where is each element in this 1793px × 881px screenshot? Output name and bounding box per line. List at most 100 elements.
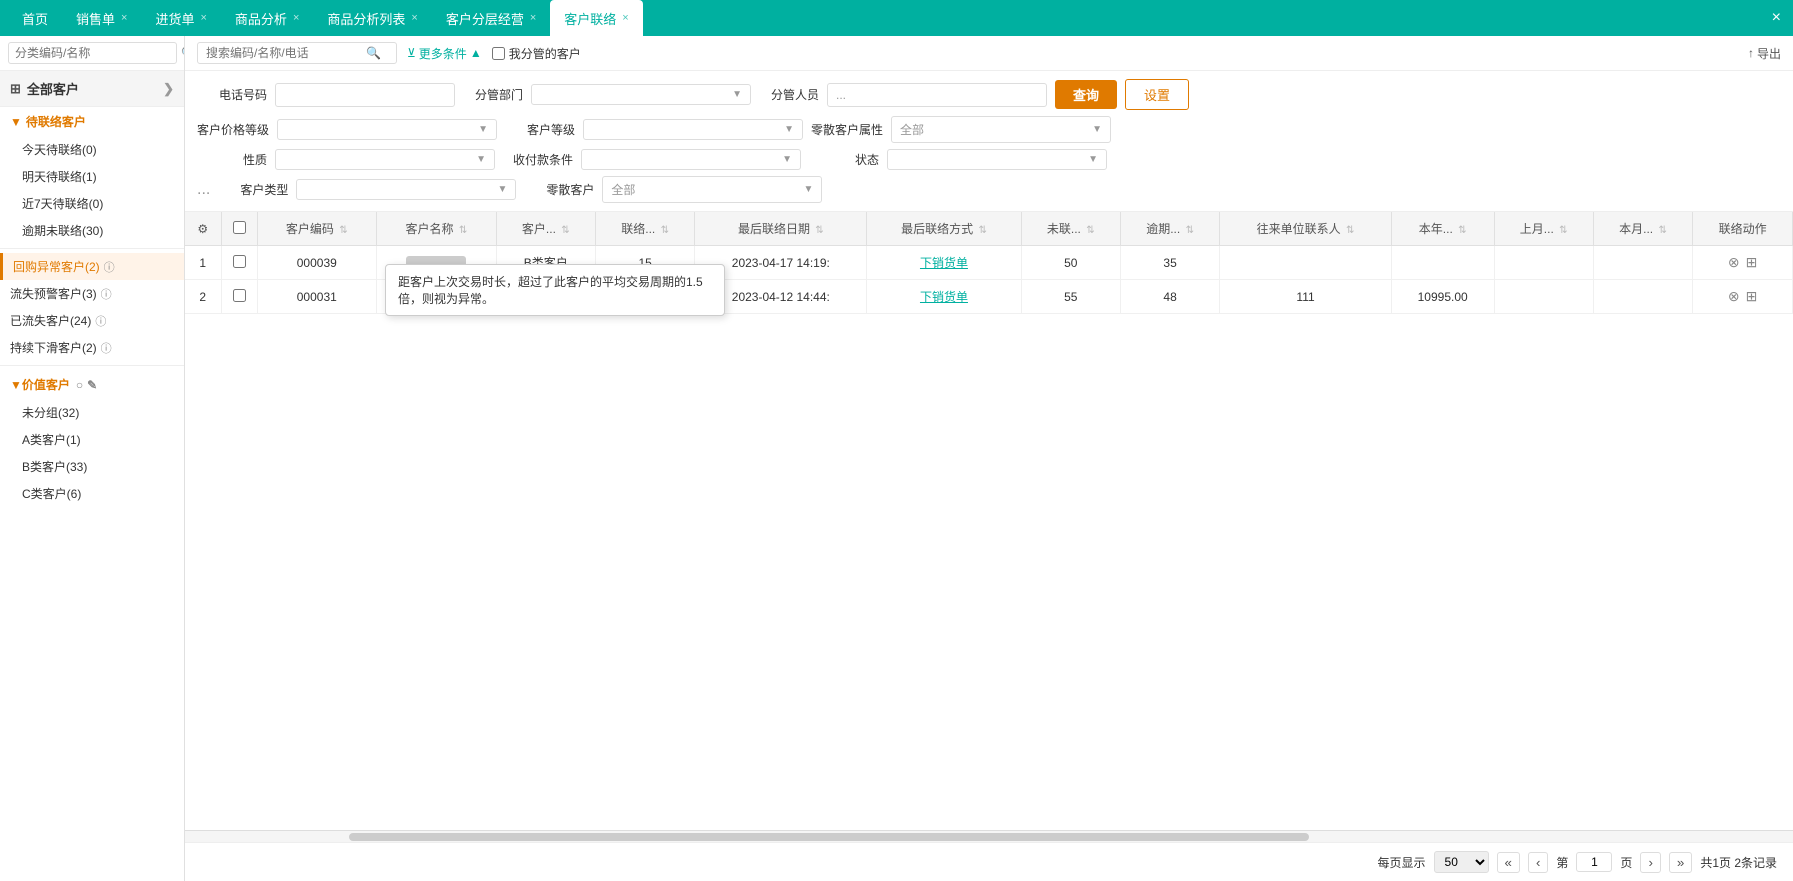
close-product-list-icon[interactable]: ×: [411, 12, 417, 24]
nav-product-analysis[interactable]: 商品分析 ×: [221, 0, 313, 36]
retail-attr-select[interactable]: 全部 ▼: [891, 116, 1111, 143]
th-checkbox[interactable]: [221, 212, 257, 246]
sidebar-b-customers[interactable]: B类客户(33): [0, 453, 184, 480]
th-this-year[interactable]: 本年... ⇅: [1391, 212, 1494, 246]
scrollbar-thumb[interactable]: [349, 833, 1309, 841]
retail-customer-select[interactable]: 全部 ▼: [602, 176, 822, 203]
my-customers-checkbox-wrap[interactable]: 我分管的客户: [492, 45, 581, 62]
close-customer-segment-icon[interactable]: ×: [530, 12, 536, 24]
th-contact-count[interactable]: 联络... ⇅: [595, 212, 694, 246]
next-page-button[interactable]: ›: [1640, 852, 1660, 873]
phone-input[interactable]: [275, 83, 455, 107]
overdue-sort-icon[interactable]: ⇅: [1186, 225, 1194, 236]
contacts-sort-icon[interactable]: ⇅: [1346, 225, 1354, 236]
sidebar-7days-pending[interactable]: 近7天待联络(0): [0, 190, 184, 217]
th-last-contact-method[interactable]: 最后联络方式 ⇅: [867, 212, 1021, 246]
sidebar-search-input[interactable]: [8, 42, 177, 64]
repurchase-info-icon[interactable]: ⓘ: [104, 259, 115, 275]
sidebar-a-customers[interactable]: A类客户(1): [0, 426, 184, 453]
personnel-select[interactable]: ...: [827, 83, 1047, 107]
th-contacts[interactable]: 往来单位联系人 ⇅: [1220, 212, 1392, 246]
customer-type-select[interactable]: ▼: [296, 179, 516, 200]
my-customers-checkbox[interactable]: [492, 47, 505, 60]
sidebar-lost-preview[interactable]: 流失预警客户(3) ⓘ: [0, 280, 184, 307]
value-edit-icon[interactable]: ✎: [87, 378, 97, 392]
th-code[interactable]: 客户编码 ⇅: [257, 212, 377, 246]
filter-more-dots[interactable]: ...: [197, 181, 210, 199]
customer-level-select[interactable]: ▼: [583, 119, 803, 140]
nav-customer-segment[interactable]: 客户分层经营 ×: [432, 0, 550, 36]
close-customer-contact-icon[interactable]: ×: [622, 12, 628, 24]
sidebar-collapse-icon[interactable]: ❯: [163, 81, 174, 97]
already-lost-info-icon[interactable]: ⓘ: [95, 313, 106, 329]
last-method-link-1[interactable]: 下销货单: [920, 290, 968, 304]
horizontal-scrollbar[interactable]: [185, 830, 1793, 842]
settings-icon[interactable]: ⚙: [197, 222, 208, 236]
th-this-month[interactable]: 本月... ⇅: [1593, 212, 1692, 246]
action-more-icon-0[interactable]: ⊞: [1746, 254, 1758, 271]
this-year-sort-icon[interactable]: ⇅: [1458, 225, 1466, 236]
last-month-sort-icon[interactable]: ⇅: [1559, 225, 1567, 236]
set-button[interactable]: 设置: [1125, 79, 1189, 110]
last-page-button[interactable]: »: [1669, 852, 1692, 873]
continuous-down-info-icon[interactable]: ⓘ: [101, 340, 112, 356]
close-sales-icon[interactable]: ×: [121, 12, 127, 24]
first-page-button[interactable]: «: [1497, 852, 1520, 873]
nav-home[interactable]: 首页: [8, 0, 62, 36]
sidebar-tomorrow-pending[interactable]: 明天待联络(1): [0, 163, 184, 190]
th-last-month[interactable]: 上月... ⇅: [1494, 212, 1593, 246]
value-circle-icon[interactable]: ○: [76, 378, 83, 392]
main-search-icon[interactable]: 🔍: [366, 46, 381, 60]
sidebar-already-lost[interactable]: 已流失客户(24) ⓘ: [0, 307, 184, 334]
gender-select[interactable]: ▼: [275, 149, 495, 170]
sidebar-pending-section[interactable]: ▼ 待联络客户: [0, 107, 184, 136]
contact-count-sort-icon[interactable]: ⇅: [661, 225, 669, 236]
per-page-select[interactable]: 50 100 200: [1434, 851, 1489, 873]
action-contact-icon-1[interactable]: ⊗: [1728, 288, 1740, 305]
sidebar-value-customers[interactable]: ▼ 价值客户 ○ ✎: [0, 370, 184, 399]
td-last-method-1[interactable]: 下销货单: [867, 280, 1021, 314]
td-checkbox-0[interactable]: [221, 246, 257, 280]
th-overdue[interactable]: 逾期... ⇅: [1120, 212, 1219, 246]
lost-preview-info-icon[interactable]: ⓘ: [101, 286, 112, 302]
page-input[interactable]: [1576, 852, 1612, 872]
last-method-link-0[interactable]: 下销货单: [920, 256, 968, 270]
search-input[interactable]: [206, 46, 366, 60]
sidebar-overdue-pending[interactable]: 逾期未联络(30): [0, 217, 184, 244]
this-month-sort-icon[interactable]: ⇅: [1658, 225, 1666, 236]
last-method-sort-icon[interactable]: ⇅: [978, 225, 986, 236]
select-all-checkbox[interactable]: [233, 221, 246, 234]
nav-purchase[interactable]: 进货单 ×: [141, 0, 220, 36]
action-contact-icon-0[interactable]: ⊗: [1728, 254, 1740, 271]
td-checkbox-1[interactable]: [221, 280, 257, 314]
prev-page-button[interactable]: ‹: [1528, 852, 1548, 873]
th-name[interactable]: 客户名称 ⇅: [377, 212, 497, 246]
th-settings[interactable]: ⚙: [185, 212, 221, 246]
price-level-select[interactable]: ▼: [277, 119, 497, 140]
last-date-sort-icon[interactable]: ⇅: [815, 225, 823, 236]
uncontacted-sort-icon[interactable]: ⇅: [1086, 225, 1094, 236]
payment-select[interactable]: ▼: [581, 149, 801, 170]
td-last-method-0[interactable]: 下销货单: [867, 246, 1021, 280]
close-purchase-icon[interactable]: ×: [200, 12, 206, 24]
sidebar-all-customers[interactable]: ⊞ 全部客户 ❯: [0, 71, 184, 107]
nav-product-list[interactable]: 商品分析列表 ×: [313, 0, 431, 36]
sidebar-unclassified[interactable]: 未分组(32): [0, 399, 184, 426]
nav-customer-contact[interactable]: 客户联络 ×: [550, 0, 642, 36]
dept-select[interactable]: ▼: [531, 84, 751, 105]
row-checkbox-0[interactable]: [233, 255, 246, 268]
status-select[interactable]: ▼: [887, 149, 1107, 170]
close-product-analysis-icon[interactable]: ×: [293, 12, 299, 24]
sidebar-today-pending[interactable]: 今天待联络(0): [0, 136, 184, 163]
th-customer-type[interactable]: 客户... ⇅: [496, 212, 595, 246]
action-more-icon-1[interactable]: ⊞: [1746, 288, 1758, 305]
close-all-tabs-button[interactable]: ×: [1772, 9, 1781, 27]
more-conditions-button[interactable]: ⊻ 更多条件 ▲: [407, 45, 482, 62]
th-last-contact-date[interactable]: 最后联络日期 ⇅: [695, 212, 867, 246]
name-sort-icon[interactable]: ⇅: [459, 225, 467, 236]
th-uncontacted[interactable]: 未联... ⇅: [1021, 212, 1120, 246]
row-checkbox-1[interactable]: [233, 289, 246, 302]
sidebar-continuous-down[interactable]: 持续下滑客户(2) ⓘ: [0, 334, 184, 361]
code-sort-icon[interactable]: ⇅: [339, 225, 347, 236]
query-button[interactable]: 查询: [1055, 80, 1117, 109]
